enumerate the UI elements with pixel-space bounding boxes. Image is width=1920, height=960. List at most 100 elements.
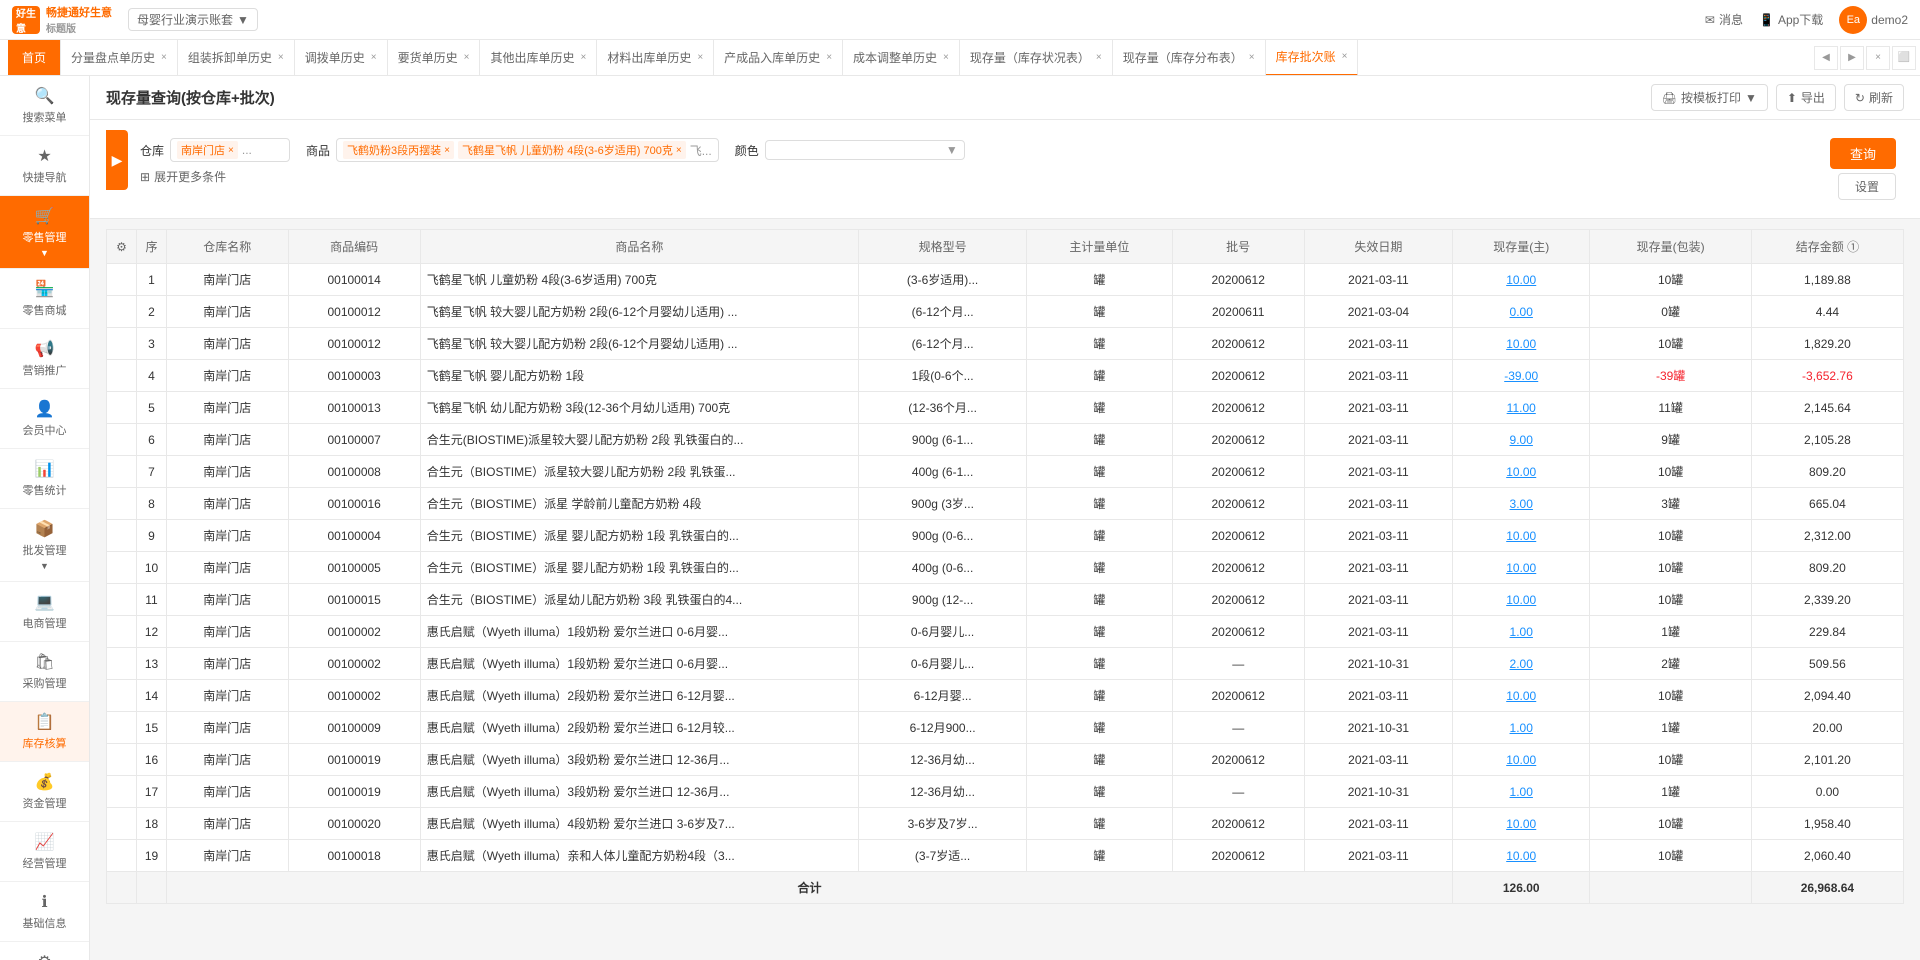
tab-selector[interactable]: 母婴行业演示账套 ▼ bbox=[128, 8, 258, 31]
sidebar-item-base[interactable]: ℹ 基础信息 bbox=[0, 882, 89, 942]
table-row: 19 南岸门店 00100018 惠氏启赋（Wyeth illuma）亲和人体儿… bbox=[107, 840, 1904, 872]
cell-product-code: 00100007 bbox=[288, 424, 420, 456]
cell-product-name: 惠氏启赋（Wyeth illuma）3段奶粉 爱尔兰进口 12-36月... bbox=[420, 744, 858, 776]
cell-stock-main[interactable]: 10.00 bbox=[1453, 264, 1590, 296]
sidebar-item-stock[interactable]: 📋 库存核算 bbox=[0, 702, 89, 762]
cell-expire: 2021-03-11 bbox=[1304, 488, 1452, 520]
cell-no: 13 bbox=[137, 648, 167, 680]
tab-other-out[interactable]: 其他出库单历史 × bbox=[480, 40, 597, 76]
cell-stock-main[interactable]: 1.00 bbox=[1453, 776, 1590, 808]
expand-more-btn[interactable]: ⊞ 展开更多条件 bbox=[140, 168, 1818, 185]
sidebar-item-retail-mall[interactable]: 🏪 零售商城 bbox=[0, 269, 89, 329]
warehouse-tag-container[interactable]: 南岸门店 × ... bbox=[170, 138, 290, 162]
close-icon[interactable]: × bbox=[464, 52, 470, 63]
cell-stock-main[interactable]: 10.00 bbox=[1453, 584, 1590, 616]
tab-batch-ledger[interactable]: 库存批次账 × bbox=[1266, 40, 1359, 76]
cell-stock-main[interactable]: -39.00 bbox=[1453, 360, 1590, 392]
close-icon[interactable]: × bbox=[1342, 51, 1348, 62]
query-btn[interactable]: 查询 bbox=[1830, 138, 1896, 169]
tab-require[interactable]: 要货单历史 × bbox=[388, 40, 481, 76]
tab-fp-history[interactable]: 分量盘点单历史 × bbox=[61, 40, 178, 76]
close-icon[interactable]: × bbox=[943, 52, 949, 63]
cell-stock-main[interactable]: 1.00 bbox=[1453, 712, 1590, 744]
close-icon[interactable]: × bbox=[1249, 52, 1255, 63]
sidebar-item-member[interactable]: 👤 会员中心 bbox=[0, 389, 89, 449]
close-icon[interactable]: × bbox=[1096, 52, 1102, 63]
cell-product-name: 惠氏启赋（Wyeth illuma）2段奶粉 爱尔兰进口 6-12月婴... bbox=[420, 680, 858, 712]
tab-next-btn[interactable]: ▶ bbox=[1840, 46, 1864, 70]
export-btn[interactable]: ⬆ 导出 bbox=[1776, 84, 1836, 111]
sidebar-item-ops[interactable]: 📈 经营管理 bbox=[0, 822, 89, 882]
cell-stock-main[interactable]: 10.00 bbox=[1453, 680, 1590, 712]
cell-stock-main[interactable]: 10.00 bbox=[1453, 520, 1590, 552]
close-icon[interactable]: × bbox=[278, 52, 284, 63]
cell-product-name: 飞鹤星飞帆 较大婴儿配方奶粉 2段(6-12个月婴幼儿适用) ... bbox=[420, 328, 858, 360]
tab-stock-dist[interactable]: 现存量（库存分布表）× bbox=[1113, 40, 1266, 76]
sidebar-item-batch-mgmt[interactable]: 📦 批发管理 ▼ bbox=[0, 509, 89, 582]
tab-disassemble[interactable]: 组装拆卸单历史 × bbox=[178, 40, 295, 76]
cell-stock-main[interactable]: 2.00 bbox=[1453, 648, 1590, 680]
settings-btn[interactable]: 设置 bbox=[1838, 173, 1896, 200]
tab-home[interactable]: 首页 bbox=[8, 40, 61, 76]
table-container[interactable]: ⚙ 序 仓库名称 商品编码 商品名称 规格型号 主计量单位 批号 失效日期 现存… bbox=[90, 219, 1920, 960]
print-label: 按模板打印 bbox=[1681, 89, 1741, 106]
cell-stock-pkg: 10罐 bbox=[1590, 680, 1751, 712]
product-tag-1-close[interactable]: × bbox=[444, 145, 450, 156]
sidebar-item-retail-stats[interactable]: 📊 零售统计 bbox=[0, 449, 89, 509]
message-btn[interactable]: ✉ 消息 bbox=[1705, 11, 1743, 28]
close-icon[interactable]: × bbox=[161, 52, 167, 63]
color-tag-container[interactable]: ▼ bbox=[765, 140, 965, 160]
close-icon[interactable]: × bbox=[371, 52, 377, 63]
print-btn[interactable]: 🖨 按模板打印 ▼ bbox=[1651, 84, 1768, 111]
sidebar-item-search[interactable]: 🔍 搜索菜单 bbox=[0, 76, 89, 136]
cell-stock-main[interactable]: 11.00 bbox=[1453, 392, 1590, 424]
cell-stock-main[interactable]: 3.00 bbox=[1453, 488, 1590, 520]
cell-spec: (12-36个月... bbox=[859, 392, 1027, 424]
tab-prev-btn[interactable]: ◀ bbox=[1814, 46, 1838, 70]
sidebar-label-marketing: 营销推广 bbox=[23, 362, 67, 378]
tab-cost-adjust[interactable]: 成本调整单历史 × bbox=[843, 40, 960, 76]
close-icon[interactable]: × bbox=[580, 52, 586, 63]
sidebar-item-quick-nav[interactable]: ★ 快捷导航 bbox=[0, 136, 89, 196]
sidebar-item-purchase[interactable]: 🛍 采购管理 bbox=[0, 642, 89, 702]
cell-stock-main[interactable]: 10.00 bbox=[1453, 328, 1590, 360]
cell-unit: 罐 bbox=[1027, 712, 1172, 744]
close-icon[interactable]: × bbox=[826, 52, 832, 63]
cell-stock-main[interactable]: 9.00 bbox=[1453, 424, 1590, 456]
refresh-label: 刷新 bbox=[1869, 89, 1893, 106]
refresh-btn[interactable]: ↻ 刷新 bbox=[1844, 84, 1904, 111]
close-icon[interactable]: × bbox=[697, 52, 703, 63]
cell-stock-main[interactable]: 10.00 bbox=[1453, 456, 1590, 488]
cell-stock-main[interactable]: 1.00 bbox=[1453, 616, 1590, 648]
sidebar-item-finance[interactable]: 💰 资金管理 bbox=[0, 762, 89, 822]
cell-spec: 900g (12-... bbox=[859, 584, 1027, 616]
tab-close-btn[interactable]: × bbox=[1866, 46, 1890, 70]
product-more[interactable]: 飞... bbox=[690, 142, 712, 159]
cell-stock-main[interactable]: 0.00 bbox=[1453, 296, 1590, 328]
col-header-setting[interactable]: ⚙ bbox=[107, 230, 137, 264]
user-area[interactable]: Ea demo2 bbox=[1839, 6, 1908, 34]
warehouse-more[interactable]: ... bbox=[242, 143, 252, 157]
cell-stock-main[interactable]: 10.00 bbox=[1453, 552, 1590, 584]
sidebar-item-ecommerce[interactable]: 💻 电商管理 bbox=[0, 582, 89, 642]
tab-product-in[interactable]: 产成品入库单历史 × bbox=[714, 40, 843, 76]
sidebar-item-system[interactable]: ⚙ 系统管理 bbox=[0, 942, 89, 960]
cell-stock-main[interactable]: 10.00 bbox=[1453, 840, 1590, 872]
sidebar-item-retail[interactable]: 🛒 零售管理 ▼ bbox=[0, 196, 89, 269]
tab-maximize-btn[interactable]: ⬜ bbox=[1892, 46, 1916, 70]
cell-batch: 20200612 bbox=[1172, 392, 1304, 424]
cell-unit: 罐 bbox=[1027, 392, 1172, 424]
cell-balance: 2,145.64 bbox=[1751, 392, 1903, 424]
tab-mix[interactable]: 调拨单历史 × bbox=[295, 40, 388, 76]
product-tag-container[interactable]: 飞鹤奶粉3段丙摆装 × 飞鹤星飞帆 儿童奶粉 4段(3-6岁适用) 700克 ×… bbox=[336, 138, 719, 162]
app-download-btn[interactable]: 📱 App下载 bbox=[1759, 11, 1823, 28]
cell-stock-main[interactable]: 10.00 bbox=[1453, 808, 1590, 840]
expand-btn[interactable]: ▶ bbox=[106, 130, 128, 190]
product-tag-2-close[interactable]: × bbox=[676, 145, 682, 156]
gear-icon: ⚙ bbox=[37, 952, 51, 960]
cell-stock-main[interactable]: 10.00 bbox=[1453, 744, 1590, 776]
tab-stock-status[interactable]: 现存量（库存状况表）× bbox=[960, 40, 1113, 76]
sidebar-item-marketing[interactable]: 📢 营销推广 bbox=[0, 329, 89, 389]
tab-material-out[interactable]: 材料出库单历史 × bbox=[597, 40, 714, 76]
warehouse-tag-close[interactable]: × bbox=[228, 145, 234, 156]
